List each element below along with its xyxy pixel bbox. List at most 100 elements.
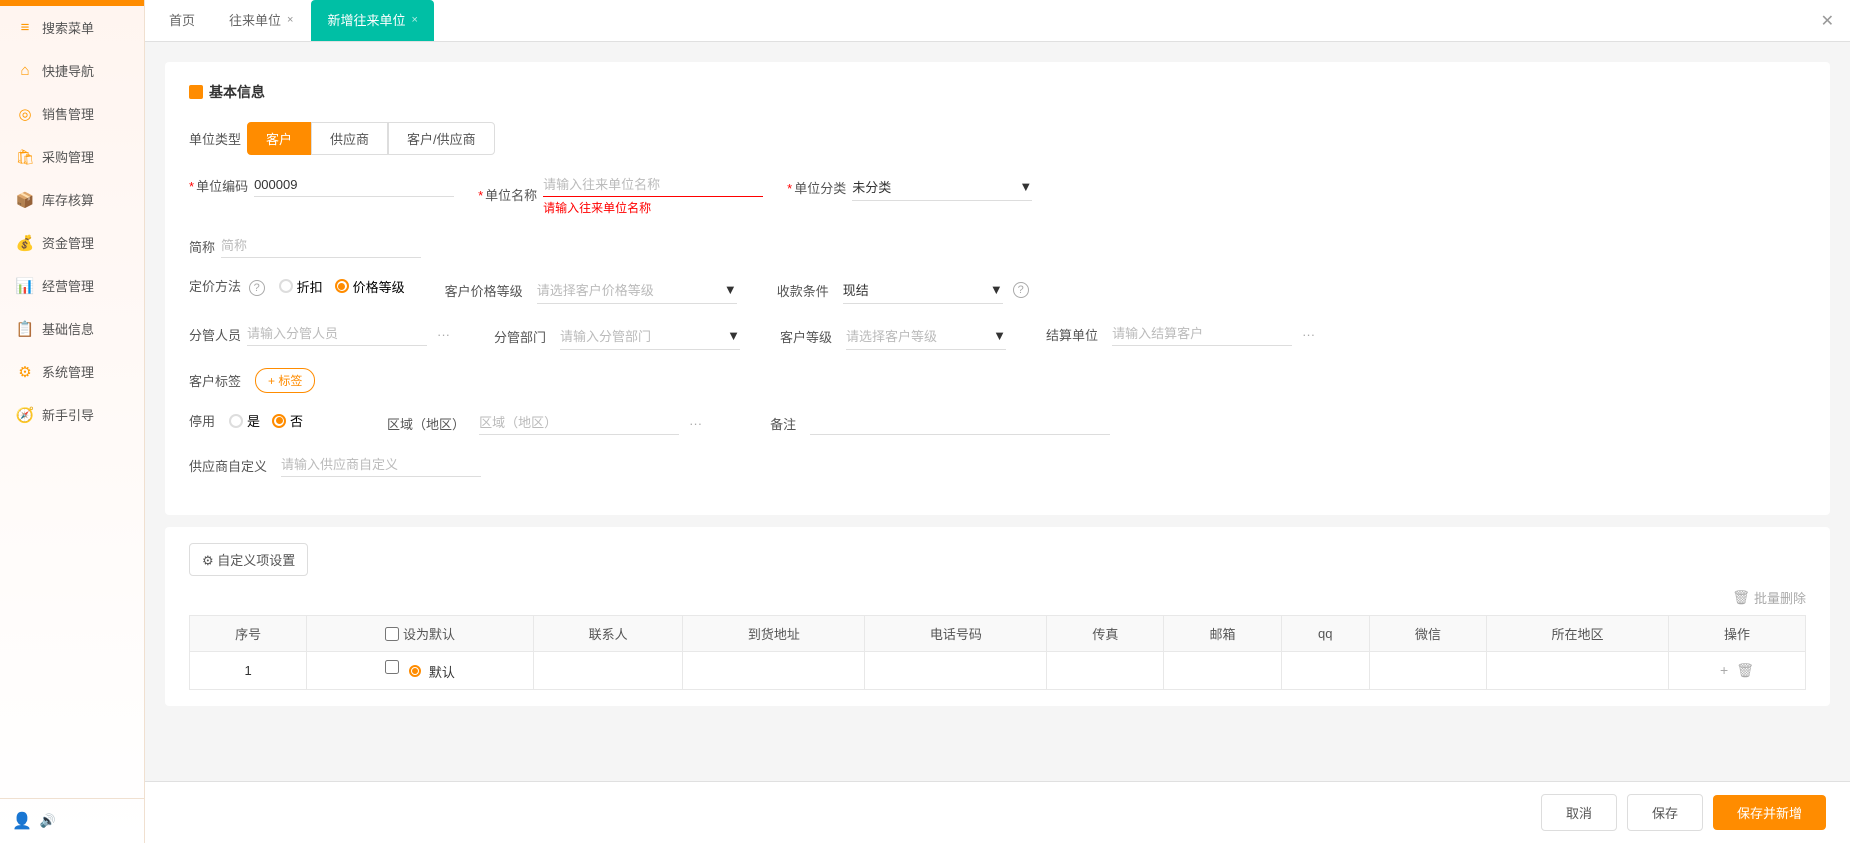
col-phone: 电话号码 <box>865 616 1047 652</box>
tab-partners-close[interactable]: × <box>287 14 293 26</box>
unit-category-value: 未分类 <box>852 177 891 196</box>
add-row-btn[interactable]: + <box>1720 662 1728 678</box>
region-input[interactable] <box>479 411 679 435</box>
user-icon: 👤 <box>12 811 32 831</box>
sidebar-item-label: 搜索菜单 <box>42 18 94 37</box>
settlement-unit-item: 结算单位 ··· <box>1046 322 1319 346</box>
default-radio-item[interactable]: 默认 <box>409 662 455 681</box>
disabled-no-radio[interactable]: 否 <box>272 411 303 430</box>
remark-input[interactable] <box>810 411 1110 435</box>
section-title-icon <box>189 85 203 99</box>
sidebar-item-basic[interactable]: 📋 基础信息 <box>0 307 144 350</box>
code-name-row: *单位编码 *单位名称 请输入往来单位名称 *单位分类 未分类 ▼ <box>189 173 1806 216</box>
tab-new-partner-close[interactable]: × <box>411 14 417 26</box>
cell-email <box>1164 652 1281 690</box>
chevron-down-icon5: ▼ <box>993 328 1006 343</box>
batch-delete-btn[interactable]: 🗑 批量删除 <box>1732 588 1806 607</box>
region-item: 区域（地区） ··· <box>387 411 706 435</box>
finance-icon: 💰 <box>16 234 34 252</box>
bottom-bar: 取消 保存 保存并新增 <box>145 781 1850 843</box>
main-area: 首页 往来单位 × 新增往来单位 × ✕ 基本信息 单位类型 客户 <box>145 0 1850 843</box>
tab-home-label: 首页 <box>169 10 195 29</box>
cell-contact <box>533 652 683 690</box>
cell-actions: + 🗑 <box>1668 652 1805 690</box>
save-new-button[interactable]: 保存并新增 <box>1713 795 1826 830</box>
tab-partners[interactable]: 往来单位 × <box>213 0 309 41</box>
tab-new-partner[interactable]: 新增往来单位 × <box>311 0 433 41</box>
supplier-custom-input[interactable] <box>281 453 481 477</box>
settlement-more-icon[interactable]: ··· <box>1298 327 1319 342</box>
sidebar-item-finance[interactable]: 💰 资金管理 <box>0 221 144 264</box>
col-fax: 传真 <box>1047 616 1164 652</box>
sidebar-item-inventory[interactable]: 📦 库存核算 <box>0 178 144 221</box>
chevron-down-icon4: ▼ <box>727 328 740 343</box>
unit-type-supplier-btn[interactable]: 供应商 <box>311 122 388 155</box>
customer-level-select[interactable]: 请选择客户等级 ▼ <box>846 322 1006 350</box>
tab-bar-close-btn[interactable]: ✕ <box>1813 11 1842 31</box>
tags-label: 客户标签 <box>189 371 241 390</box>
manager-more-icon[interactable]: ··· <box>433 327 454 342</box>
sidebar-item-label: 快捷导航 <box>42 61 94 80</box>
sidebar-item-label: 资金管理 <box>42 233 94 252</box>
tab-home[interactable]: 首页 <box>153 0 211 41</box>
unit-category-select[interactable]: 未分类 ▼ <box>852 173 1032 201</box>
customer-level-label: 客户等级 <box>780 327 832 346</box>
sidebar-item-label: 销售管理 <box>42 104 94 123</box>
sidebar-item-search[interactable]: ≡ 搜索菜单 <box>0 6 144 49</box>
sidebar-item-system[interactable]: ⚙ 系统管理 <box>0 350 144 393</box>
settlement-unit-input[interactable] <box>1112 322 1292 346</box>
manager-input[interactable] <box>247 322 427 346</box>
sidebar-item-operations[interactable]: 📊 经营管理 <box>0 264 144 307</box>
payment-help-icon[interactable]: ? <box>1013 282 1029 298</box>
select-all-checkbox[interactable] <box>385 627 399 641</box>
col-default: 设为默认 <box>307 616 534 652</box>
cancel-button[interactable]: 取消 <box>1541 794 1617 831</box>
supplier-custom-item: 供应商自定义 <box>189 453 481 477</box>
sidebar-item-quick-nav[interactable]: ⌂ 快捷导航 <box>0 49 144 92</box>
table-section: ⚙ 自定义项设置 🗑 批量删除 序号 设为默认 联系人 到货地址 电话号码 <box>165 527 1830 706</box>
pricing-level-radio[interactable]: 价格等级 <box>335 277 405 296</box>
chevron-down-icon2: ▼ <box>724 282 737 297</box>
payment-terms-select[interactable]: 现结 ▼ <box>843 276 1003 304</box>
unit-code-label: *单位编码 <box>189 176 248 195</box>
custom-settings-btn[interactable]: ⚙ 自定义项设置 <box>189 543 308 576</box>
unit-name-input[interactable] <box>543 173 763 197</box>
radio-dot <box>338 283 345 290</box>
price-level-radio-circle <box>335 279 349 293</box>
sales-icon: ◎ <box>16 105 34 123</box>
price-level-label: 价格等级 <box>353 277 405 296</box>
pricing-help-icon[interactable]: ? <box>249 280 265 296</box>
sidebar-item-guide[interactable]: 🧭 新手引导 <box>0 393 144 436</box>
sidebar-item-label: 库存核算 <box>42 190 94 209</box>
row-checkbox[interactable] <box>385 660 399 674</box>
sidebar-item-purchase[interactable]: 🛍 采购管理 <box>0 135 144 178</box>
cell-region <box>1487 652 1669 690</box>
add-tag-btn[interactable]: + 标签 <box>255 368 315 393</box>
pricing-discount-radio[interactable]: 折扣 <box>279 277 323 296</box>
col-action: 操作 <box>1668 616 1805 652</box>
unit-type-row: 单位类型 客户 供应商 客户/供应商 <box>189 122 1806 155</box>
region-more-icon[interactable]: ··· <box>685 416 706 431</box>
pricing-row: 定价方法 ? 折扣 价格等级 <box>189 276 1806 304</box>
department-select[interactable]: 请输入分管部门 ▼ <box>560 322 740 350</box>
chevron-down-icon: ▼ <box>1019 179 1032 194</box>
customer-level-placeholder: 请选择客户等级 <box>846 326 937 345</box>
department-label: 分管部门 <box>494 327 546 346</box>
customer-price-level-select[interactable]: 请选择客户价格等级 ▼ <box>537 276 737 304</box>
cell-phone <box>865 652 1047 690</box>
delete-row-btn[interactable]: 🗑 <box>1736 662 1754 679</box>
supplier-custom-row: 供应商自定义 <box>189 453 1806 477</box>
disabled-yes-radio[interactable]: 是 <box>229 411 260 430</box>
sidebar-item-label: 基础信息 <box>42 319 94 338</box>
unit-type-customer-btn[interactable]: 客户 <box>247 122 311 155</box>
disabled-region-row: 停用 是 否 区 <box>189 411 1806 435</box>
supplier-custom-label: 供应商自定义 <box>189 456 267 475</box>
basic-info-card: 基本信息 单位类型 客户 供应商 客户/供应商 *单位编码 <box>165 62 1830 515</box>
short-name-input[interactable] <box>221 234 421 258</box>
unit-type-both-btn[interactable]: 客户/供应商 <box>388 122 495 155</box>
save-button[interactable]: 保存 <box>1627 794 1703 831</box>
unit-code-input[interactable] <box>254 173 454 197</box>
cell-fax <box>1047 652 1164 690</box>
short-name-label: 简称 <box>189 237 215 256</box>
sidebar-item-sales[interactable]: ◎ 销售管理 <box>0 92 144 135</box>
